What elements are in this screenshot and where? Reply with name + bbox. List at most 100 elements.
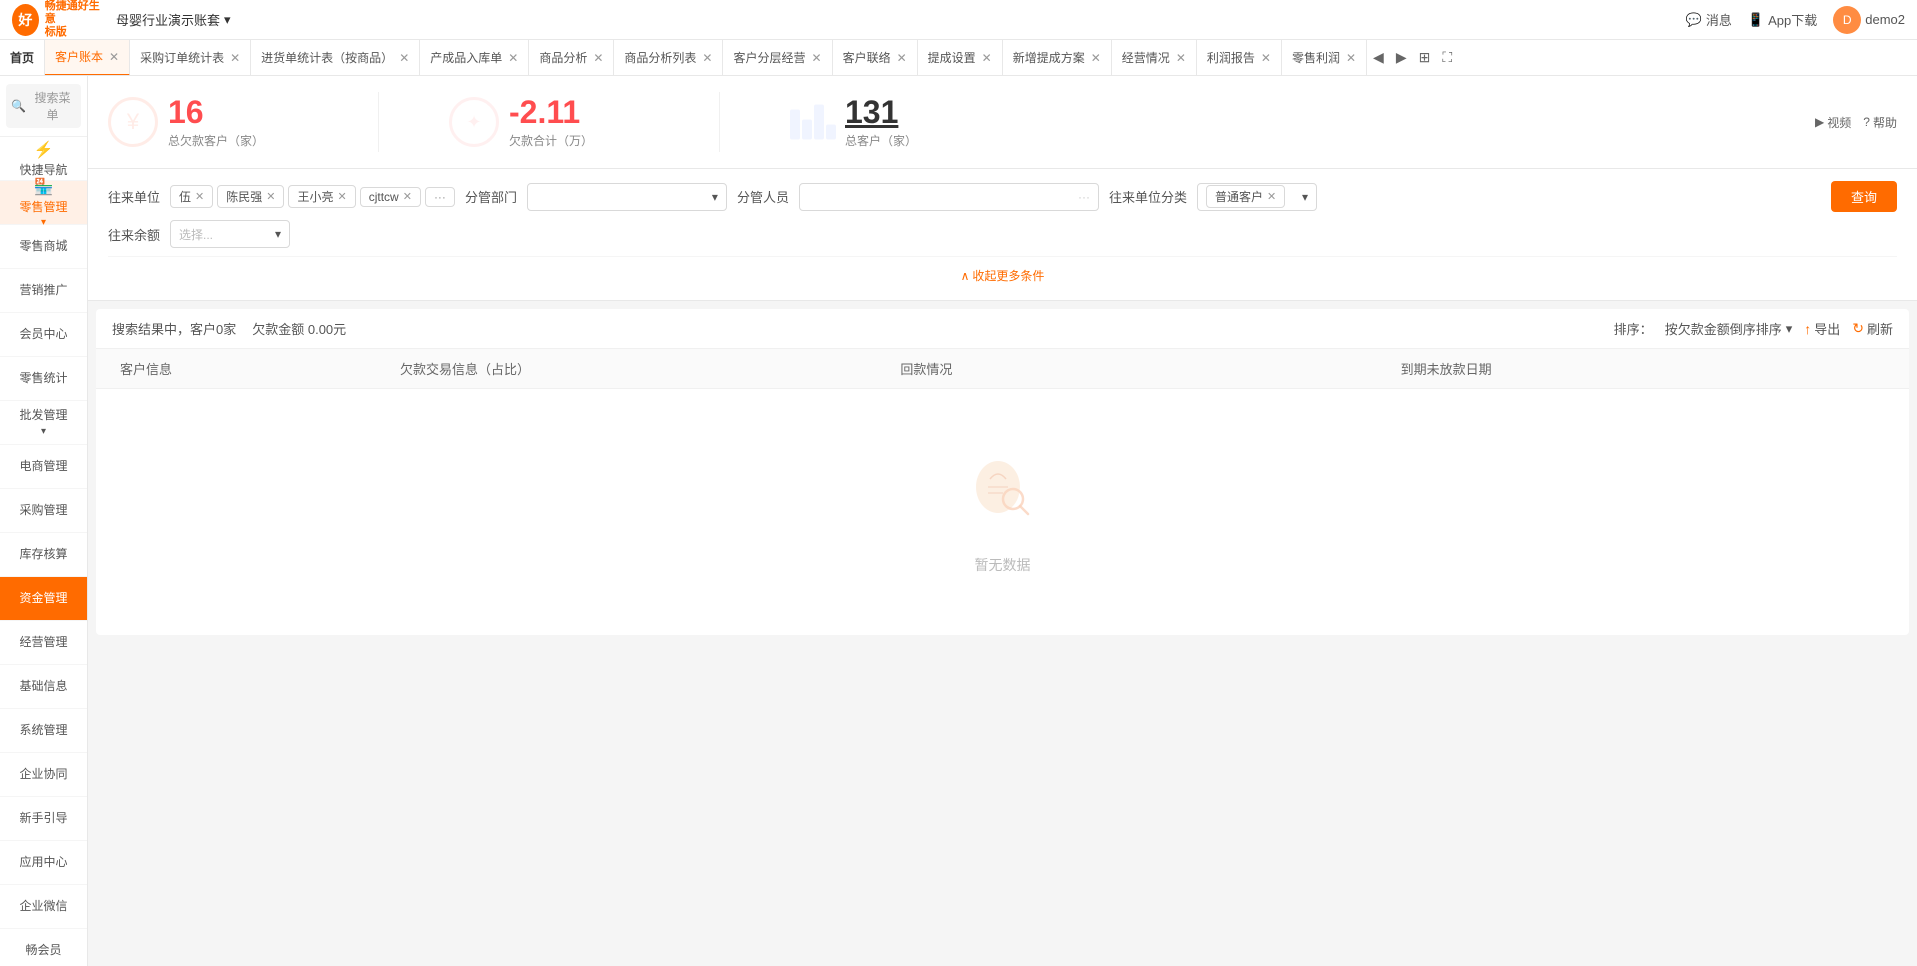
message-item[interactable]: 💬 消息: [1686, 10, 1732, 29]
sidebar-item-vip-member[interactable]: 畅会员: [0, 929, 87, 966]
unit-tag-wu[interactable]: 伍 ✕: [170, 185, 213, 208]
unit-tag-cjttcw[interactable]: cjttcw ✕: [360, 187, 421, 207]
app-download-item[interactable]: 📱 App下载: [1748, 10, 1817, 29]
total-customers-label: 总欠款客户（家）: [168, 132, 308, 149]
help-icon: ?: [1863, 115, 1870, 129]
sidebar-search-area: 🔍 搜索菜单: [0, 76, 87, 137]
sidebar-item-retail[interactable]: 🏪 零售管理 ▾: [0, 181, 87, 225]
total-stores-value: 131: [845, 96, 990, 128]
tab-prev-btn[interactable]: ◀: [1367, 49, 1390, 66]
sidebar-item-ecommerce[interactable]: 电商管理: [0, 445, 87, 489]
tab-close-customer[interactable]: ✕: [109, 50, 119, 64]
sidebar-item-operation-mgmt[interactable]: 经营管理: [0, 621, 87, 665]
empty-text: 暂无数据: [975, 555, 1031, 575]
tab-close-customer-segment[interactable]: ✕: [812, 51, 822, 65]
unit-tag-chen[interactable]: 陈民强 ✕: [217, 185, 284, 208]
sidebar-item-enterprise[interactable]: 企业协同: [0, 753, 87, 797]
tab-close-operation[interactable]: ✕: [1176, 51, 1186, 65]
query-button[interactable]: 查询: [1831, 181, 1897, 212]
unit-category-select[interactable]: 普通客户 ✕ ▾: [1197, 183, 1317, 211]
stats-banner: ¥ 16 总欠款客户（家） ✦ -2.11 欠款合计（万）: [88, 76, 1917, 169]
tag-close-chen[interactable]: ✕: [266, 190, 275, 203]
total-customers-value: 16: [168, 96, 308, 128]
tab-close-profit-report[interactable]: ✕: [1261, 51, 1271, 65]
collapse-btn[interactable]: ∧ 收起更多条件: [108, 263, 1897, 288]
dept-select[interactable]: ▾: [527, 183, 727, 211]
tab-next-btn[interactable]: ▶: [1390, 49, 1413, 66]
tab-operation[interactable]: 经营情况 ✕: [1112, 40, 1197, 76]
stat-total-stores: 131 总客户（家）: [790, 96, 990, 149]
sidebar-item-member[interactable]: 会员中心: [0, 313, 87, 357]
quick-nav-icon: ⚡: [34, 140, 54, 160]
sidebar-item-finance[interactable]: 资金管理: [0, 577, 87, 621]
sidebar-item-retail-store[interactable]: 零售商城: [0, 225, 87, 269]
refresh-action[interactable]: ↻ 刷新: [1852, 319, 1893, 338]
sidebar-item-enterprise-wechat[interactable]: 企业微信: [0, 885, 87, 929]
tab-close-mention-settings[interactable]: ✕: [982, 51, 992, 65]
tab-close-inbound[interactable]: ✕: [399, 51, 409, 65]
tab-expand-btn[interactable]: ⊞: [1413, 49, 1437, 66]
tab-fullscreen-btn[interactable]: ⛶: [1436, 49, 1458, 66]
sort-select[interactable]: 按欠款金额倒序排序 ▾: [1665, 319, 1793, 338]
tag-close-wu[interactable]: ✕: [195, 190, 204, 203]
export-action[interactable]: ↑ 导出: [1804, 319, 1840, 338]
tag-close-cjttcw[interactable]: ✕: [403, 190, 412, 203]
tab-product-inbound[interactable]: 产成品入库单 ✕: [420, 40, 529, 76]
unit-cat-tag-normal[interactable]: 普通客户 ✕: [1206, 185, 1285, 208]
sidebar-item-marketing[interactable]: 营销推广: [0, 269, 87, 313]
sidebar-item-wholesale[interactable]: 批发管理 ▾: [0, 401, 87, 445]
tag-close-normal[interactable]: ✕: [1267, 190, 1276, 203]
user-menu[interactable]: D demo2: [1833, 6, 1905, 34]
tab-close-retail-profit[interactable]: ✕: [1346, 51, 1356, 65]
tag-close-wang[interactable]: ✕: [338, 190, 347, 203]
tab-customer[interactable]: 客户账本 ✕: [45, 40, 130, 76]
tab-close-product-analysis-list[interactable]: ✕: [702, 51, 712, 65]
filter-row-1: 往来单位 伍 ✕ 陈民强 ✕ 王小亮 ✕ cjttcw: [108, 181, 1897, 212]
sidebar-item-inventory[interactable]: 库存核算: [0, 533, 87, 577]
unit-tag-wang[interactable]: 王小亮 ✕: [288, 185, 355, 208]
filter-area: 往来单位 伍 ✕ 陈民强 ✕ 王小亮 ✕ cjttcw: [88, 169, 1917, 301]
sidebar-item-purchase[interactable]: 采购管理: [0, 489, 87, 533]
tab-close-purchase[interactable]: ✕: [230, 51, 240, 65]
chevron-down-icon-category: ▾: [1302, 190, 1308, 204]
sidebar-item-quick-nav[interactable]: ⚡ 快捷导航: [0, 137, 87, 181]
tab-purchase-order[interactable]: 采购订单统计表 ✕: [130, 40, 251, 76]
person-select[interactable]: ···: [799, 183, 1099, 211]
tab-customer-segment[interactable]: 客户分层经营 ✕: [723, 40, 832, 76]
chevron-down-icon: ▾: [224, 12, 231, 28]
tab-new-mention[interactable]: 新增提成方案 ✕: [1003, 40, 1112, 76]
tab-product-analysis-list[interactable]: 商品分析列表 ✕: [614, 40, 723, 76]
tab-inbound-stats[interactable]: 进货单统计表（按商品） ✕: [251, 40, 420, 76]
sidebar-item-system[interactable]: 系统管理: [0, 709, 87, 753]
tab-home[interactable]: 首页: [0, 40, 45, 76]
collapse-icon: ∧: [961, 269, 970, 283]
refresh-icon: ↻: [1852, 320, 1864, 337]
sidebar-search-btn[interactable]: 🔍 搜索菜单: [6, 84, 81, 128]
top-bar-right: 💬 消息 📱 App下载 D demo2: [1686, 6, 1905, 34]
help-links: ▶ 视频 ? 帮助: [1815, 114, 1897, 131]
tab-close-product-analysis[interactable]: ✕: [593, 51, 603, 65]
toolbar-left: 搜索结果中，客户0家 欠款金额 0.00元: [112, 319, 346, 338]
chevron-down-icon-dept: ▾: [712, 190, 718, 204]
main-layout: 🔍 搜索菜单 ⚡ 快捷导航 🏪 零售管理 ▾ 零售商城 营销推广 会员中心 零售…: [0, 76, 1917, 966]
tab-close-customer-connect[interactable]: ✕: [897, 51, 907, 65]
tab-product-analysis[interactable]: 商品分析 ✕: [529, 40, 614, 76]
unit-tag-more[interactable]: ···: [425, 187, 455, 207]
sidebar-item-app-center[interactable]: 应用中心: [0, 841, 87, 885]
tab-close-new-mention[interactable]: ✕: [1091, 51, 1101, 65]
help-link[interactable]: ? 帮助: [1863, 114, 1897, 131]
store-selector[interactable]: 母婴行业演示账套 ▾: [108, 6, 239, 33]
tab-customer-connect[interactable]: 客户联络 ✕: [833, 40, 918, 76]
tab-close-product-inbound[interactable]: ✕: [508, 51, 518, 65]
video-link[interactable]: ▶ 视频: [1815, 114, 1851, 131]
tab-profit-report[interactable]: 利润报告 ✕: [1197, 40, 1282, 76]
tab-retail-profit[interactable]: 零售利润 ✕: [1282, 40, 1367, 76]
collapse-area: ∧ 收起更多条件: [108, 256, 1897, 288]
sidebar-item-basic-info[interactable]: 基础信息: [0, 665, 87, 709]
col-overdue-date: 到期未放款日期: [1393, 359, 1893, 378]
sidebar-item-retail-stats[interactable]: 零售统计: [0, 357, 87, 401]
top-bar-left: 好 畅捷通好生意 标版 母婴行业演示账套 ▾: [12, 0, 239, 39]
sidebar-item-new-guide[interactable]: 新手引导: [0, 797, 87, 841]
tab-mention-settings[interactable]: 提成设置 ✕: [918, 40, 1003, 76]
balance-select[interactable]: 选择... ▾: [170, 220, 290, 248]
